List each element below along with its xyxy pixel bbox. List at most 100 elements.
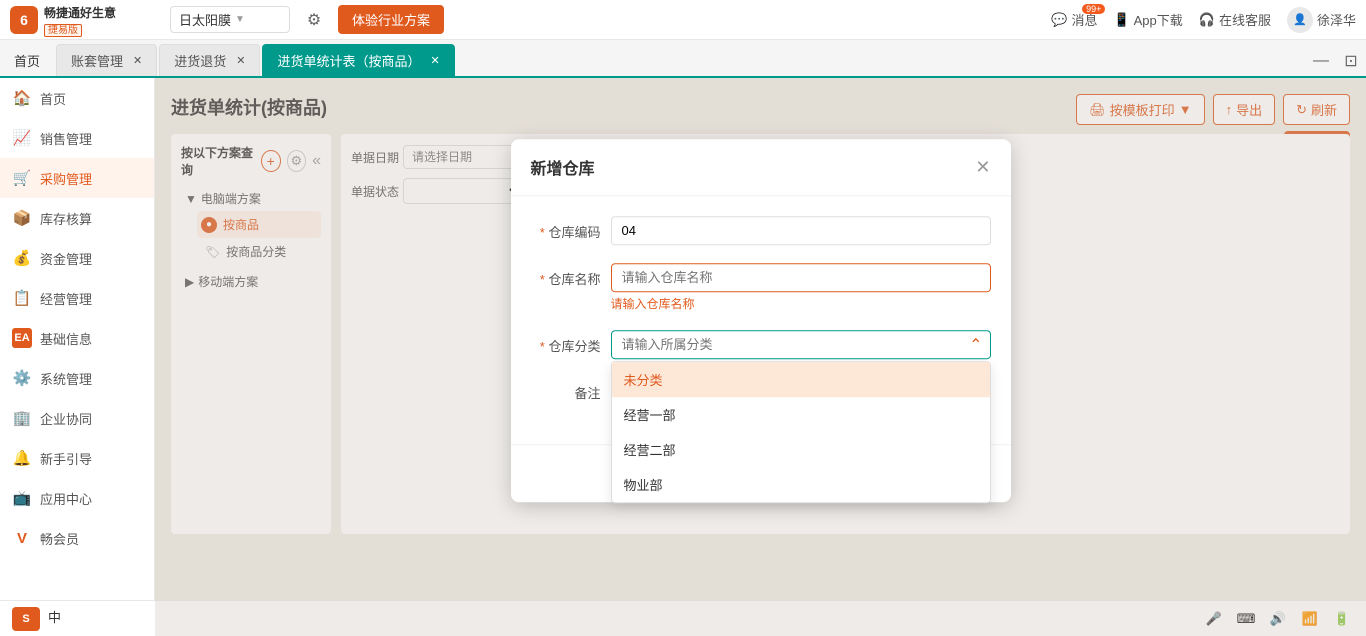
sidebar-enterprise-label: 企业协同 <box>40 409 92 428</box>
sidebar-item-guide[interactable]: 🔔 新手引导 <box>0 438 154 478</box>
basic-info-icon: EA <box>12 328 32 348</box>
name-required-star: * <box>540 272 545 287</box>
code-input[interactable] <box>611 216 991 245</box>
operations-icon: 📋 <box>12 288 32 308</box>
sidebar-item-basic-info[interactable]: EA 基础信息 <box>0 318 154 358</box>
trial-button[interactable]: 体验行业方案 <box>338 5 444 34</box>
sidebar-system-label: 系统管理 <box>40 369 92 388</box>
tab-bar: 首页 账套管理 ✕ 进货退货 ✕ 进货单统计表（按商品） ✕ — ⊡ <box>0 40 1366 78</box>
sidebar-purchase-label: 采购管理 <box>40 169 92 188</box>
category-field-row: * 仓库分类 ⌃ 未分类 经营一部 经营二部 物业部 <box>531 330 991 359</box>
sidebar-item-inventory[interactable]: 📦 库存核算 <box>0 198 154 238</box>
home-icon: 🏠 <box>12 88 32 108</box>
purchase-stats-tab-close[interactable]: ✕ <box>431 54 440 67</box>
online-service-button[interactable]: 🎧 在线客服 <box>1199 10 1271 29</box>
system-icon: ⚙️ <box>12 368 32 388</box>
code-field-row: * 仓库编码 <box>531 216 991 245</box>
sidebar-item-home[interactable]: 🏠 首页 <box>0 78 154 118</box>
code-label-text: 仓库编码 <box>548 225 600 240</box>
name-input[interactable] <box>611 263 991 292</box>
member-icon: V <box>12 528 32 548</box>
sidebar-home-label: 首页 <box>40 89 66 108</box>
tab-purchase-stats[interactable]: 进货单统计表（按商品） ✕ <box>262 44 454 76</box>
sidebar-member-label: 畅会员 <box>40 529 79 548</box>
username-label: 徐泽华 <box>1317 10 1356 29</box>
sidebar-item-system[interactable]: ⚙️ 系统管理 <box>0 358 154 398</box>
sidebar-item-operations[interactable]: 📋 经营管理 <box>0 278 154 318</box>
dropdown-option-dept1[interactable]: 经营一部 <box>612 397 990 432</box>
top-bar: 6 畅捷通好生意 捷易版 日太阳膜 ▼ ⚙ 体验行业方案 💬 消息 99+ 📱 … <box>0 0 1366 40</box>
store-dropdown-arrow: ▼ <box>235 14 245 25</box>
maximize-button[interactable]: ⊡ <box>1336 46 1366 76</box>
purchase-return-tab-close[interactable]: ✕ <box>236 54 245 67</box>
category-dropdown-arrow[interactable]: ⌃ <box>969 335 982 355</box>
s99-logo: S <box>12 607 40 631</box>
user-menu-button[interactable]: 👤 徐泽华 <box>1287 7 1356 33</box>
inventory-icon: 📦 <box>12 208 32 228</box>
settings-icon[interactable]: ⚙ <box>300 6 328 34</box>
sidebar-item-member[interactable]: V 畅会员 <box>0 518 154 558</box>
sidebar-sales-label: 销售管理 <box>40 129 92 148</box>
name-field-row: * 仓库名称 请输入仓库名称 <box>531 263 991 312</box>
store-selector[interactable]: 日太阳膜 ▼ <box>170 6 290 33</box>
mobile-icon: 📱 <box>1113 12 1129 28</box>
app-download-label: App下载 <box>1134 10 1183 29</box>
store-name: 日太阳膜 <box>179 10 231 29</box>
content-area: 进货单统计(按商品) 🖨 按模板打印 ▼ ↑ 导出 ↻ 刷新 查询 <box>155 78 1366 636</box>
tab-window-actions: — ⊡ <box>1306 46 1366 76</box>
sidebar-finance-label: 资金管理 <box>40 249 92 268</box>
app-center-icon: 📺 <box>12 488 32 508</box>
dropdown-option-uncategorized[interactable]: 未分类 <box>612 362 990 397</box>
message-icon: 💬 <box>1051 12 1067 28</box>
sidebar-item-app-center[interactable]: 📺 应用中心 <box>0 478 154 518</box>
online-service-label: 在线客服 <box>1219 10 1271 29</box>
category-dropdown: 未分类 经营一部 经营二部 物业部 <box>611 361 991 503</box>
brand-name: 畅捷通好生意 <box>44 4 116 21</box>
code-required-star: * <box>540 225 545 240</box>
sidebar-item-enterprise[interactable]: 🏢 企业协同 <box>0 398 154 438</box>
purchase-return-tab-label: 进货退货 <box>174 51 226 70</box>
purchase-stats-tab-label: 进货单统计表（按商品） <box>277 51 420 70</box>
accounts-tab-close[interactable]: ✕ <box>133 54 142 67</box>
logo-area: 6 畅捷通好生意 捷易版 <box>10 4 160 36</box>
name-label-text: 仓库名称 <box>548 272 600 287</box>
name-label: * 仓库名称 <box>531 263 611 288</box>
minimize-button[interactable]: — <box>1306 46 1336 76</box>
sidebar-guide-label: 新手引导 <box>40 449 92 468</box>
main-layout: 🏠 首页 📈 销售管理 🛒 采购管理 📦 库存核算 💰 资金管理 📋 经营管理 … <box>0 78 1366 636</box>
sidebar-item-sales[interactable]: 📈 销售管理 <box>0 118 154 158</box>
bottom-text: 中 <box>48 607 61 631</box>
sidebar-item-finance[interactable]: 💰 资金管理 <box>0 238 154 278</box>
message-badge: 99+ <box>1082 4 1105 14</box>
dropdown-option-dept3[interactable]: 物业部 <box>612 467 990 502</box>
dialog-container: 新增仓库 ✕ * 仓库编码 <box>511 139 1011 502</box>
app-download-button[interactable]: 📱 App下载 <box>1113 10 1182 29</box>
new-warehouse-dialog: 新增仓库 ✕ * 仓库编码 <box>511 139 1011 502</box>
sidebar-app-center-label: 应用中心 <box>40 489 92 508</box>
top-right-area: 💬 消息 99+ 📱 App下载 🎧 在线客服 👤 徐泽华 <box>1051 7 1356 33</box>
tab-purchase-return[interactable]: 进货退货 ✕ <box>159 44 260 76</box>
notes-label: 备注 <box>531 377 611 402</box>
message-button[interactable]: 💬 消息 99+ <box>1051 10 1097 29</box>
dropdown-option-dept2[interactable]: 经营二部 <box>612 432 990 467</box>
name-error-message: 请输入仓库名称 <box>611 295 991 312</box>
dialog-close-button[interactable]: ✕ <box>975 158 990 176</box>
tab-accounts[interactable]: 账套管理 ✕ <box>56 44 157 76</box>
category-label-text: 仓库分类 <box>548 339 600 354</box>
tab-home[interactable]: 首页 <box>0 44 54 76</box>
dialog-body: * 仓库编码 * 仓库名称 <box>511 196 1011 444</box>
category-required-star: * <box>540 339 545 354</box>
sidebar-item-purchase[interactable]: 🛒 采购管理 <box>0 158 154 198</box>
sidebar-operations-label: 经营管理 <box>40 289 92 308</box>
home-tab-label: 首页 <box>14 51 40 70</box>
accounts-tab-label: 账套管理 <box>71 51 123 70</box>
finance-icon: 💰 <box>12 248 32 268</box>
guide-icon: 🔔 <box>12 448 32 468</box>
sidebar: 🏠 首页 📈 销售管理 🛒 采购管理 📦 库存核算 💰 资金管理 📋 经营管理 … <box>0 78 155 636</box>
purchase-icon: 🛒 <box>12 168 32 188</box>
name-field-wrap: 请输入仓库名称 <box>611 263 991 312</box>
enterprise-icon: 🏢 <box>12 408 32 428</box>
brand-info: 畅捷通好生意 捷易版 <box>44 4 116 36</box>
category-label: * 仓库分类 <box>531 330 611 355</box>
category-input[interactable] <box>611 330 991 359</box>
